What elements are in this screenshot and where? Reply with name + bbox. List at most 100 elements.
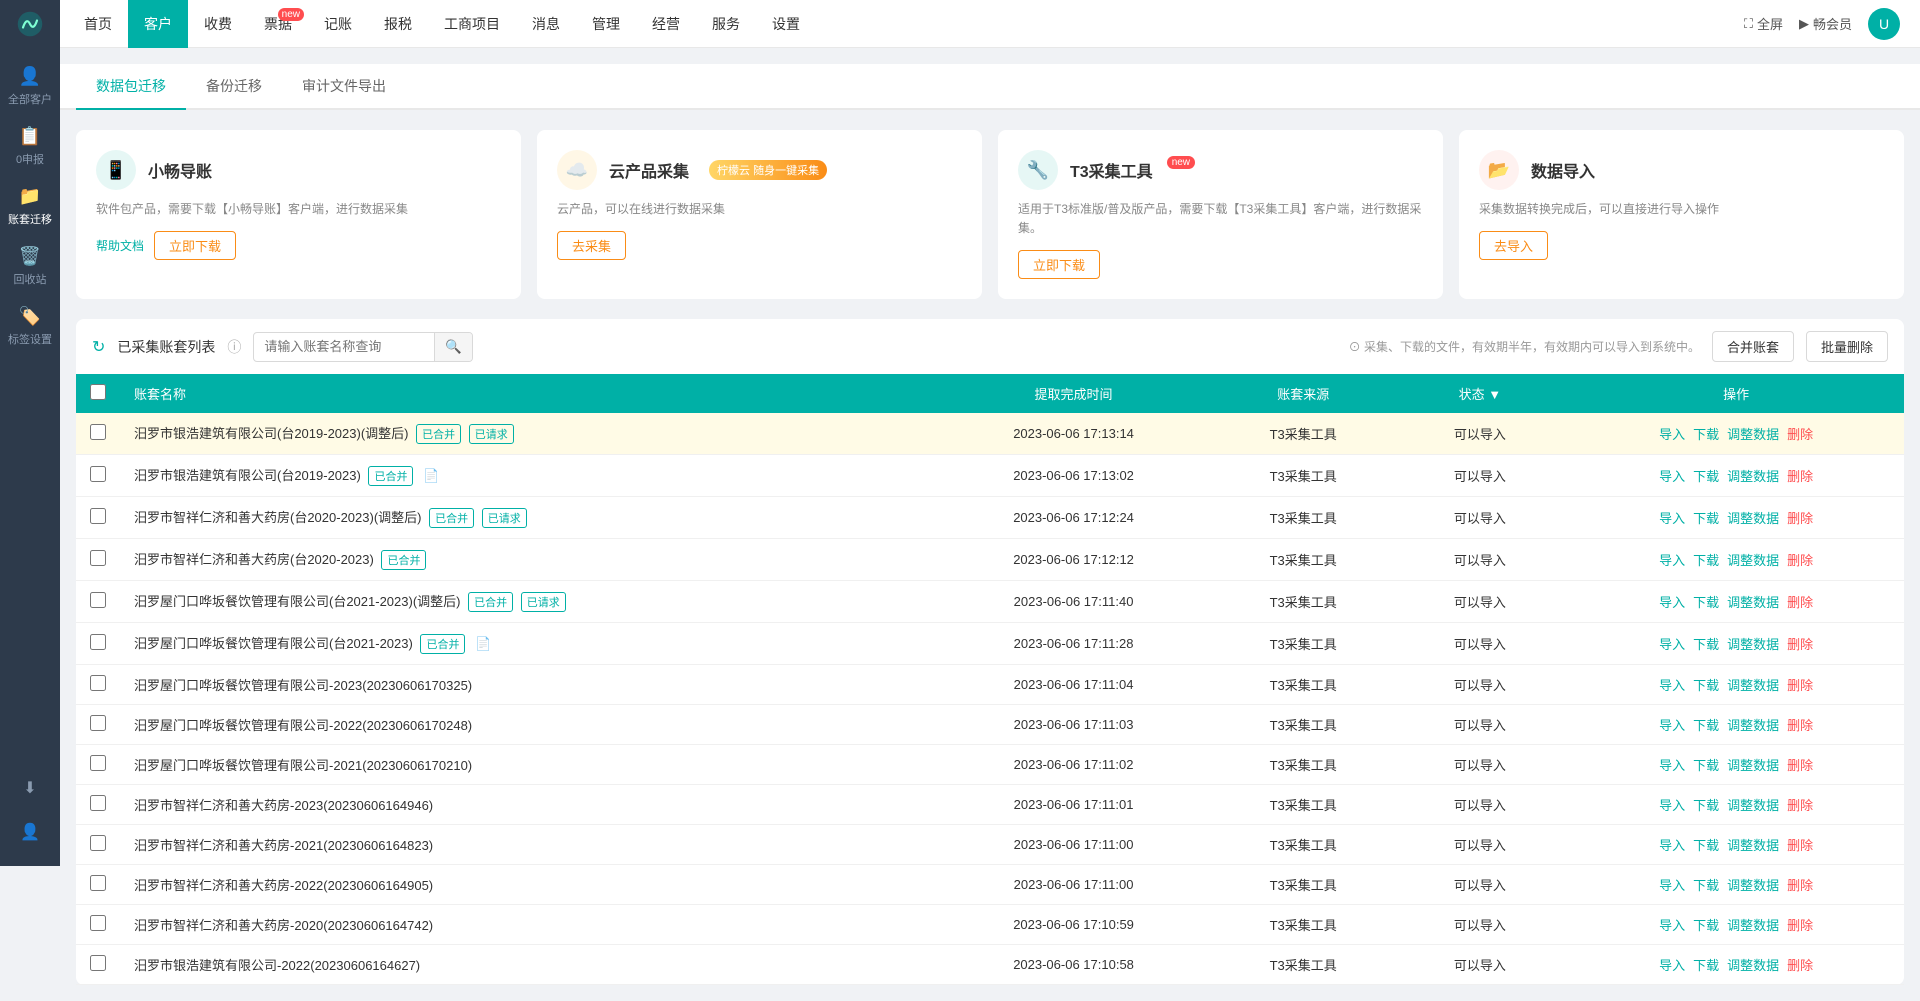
action-调整数据[interactable]: 调整数据 xyxy=(1727,469,1779,484)
action-下载[interactable]: 下载 xyxy=(1693,553,1719,568)
download-now-btn[interactable]: 立即下载 xyxy=(154,231,236,260)
search-input[interactable] xyxy=(254,339,434,354)
action-导入[interactable]: 导入 xyxy=(1659,878,1685,893)
action-导入[interactable]: 导入 xyxy=(1659,469,1685,484)
action-导入[interactable]: 导入 xyxy=(1659,637,1685,652)
action-下载[interactable]: 下载 xyxy=(1693,798,1719,813)
nav-item-operation[interactable]: 经营 xyxy=(636,0,696,48)
action-调整数据[interactable]: 调整数据 xyxy=(1727,758,1779,773)
action-导入[interactable]: 导入 xyxy=(1659,798,1685,813)
sidebar-item-recycle[interactable]: 🗑️ 回收站 xyxy=(0,236,60,296)
row-checkbox[interactable] xyxy=(90,675,106,691)
action-导入[interactable]: 导入 xyxy=(1659,595,1685,610)
nav-item-bizproject[interactable]: 工商项目 xyxy=(428,0,516,48)
nav-item-settings[interactable]: 设置 xyxy=(756,0,816,48)
action-下载[interactable]: 下载 xyxy=(1693,511,1719,526)
row-checkbox[interactable] xyxy=(90,634,106,650)
row-checkbox[interactable] xyxy=(90,915,106,931)
action-下载[interactable]: 下载 xyxy=(1693,469,1719,484)
row-checkbox[interactable] xyxy=(90,955,106,971)
sidebar-item-tag-settings[interactable]: 🏷️ 标签设置 xyxy=(0,296,60,356)
action-导入[interactable]: 导入 xyxy=(1659,718,1685,733)
action-删除[interactable]: 删除 xyxy=(1787,798,1813,813)
action-删除[interactable]: 删除 xyxy=(1787,718,1813,733)
action-下载[interactable]: 下载 xyxy=(1693,718,1719,733)
row-checkbox[interactable] xyxy=(90,424,106,440)
action-调整数据[interactable]: 调整数据 xyxy=(1727,918,1779,933)
row-checkbox[interactable] xyxy=(90,592,106,608)
merge-btn[interactable]: 合并账套 xyxy=(1712,331,1794,362)
download-btn[interactable]: ⬇ xyxy=(12,770,48,806)
action-删除[interactable]: 删除 xyxy=(1787,637,1813,652)
action-导入[interactable]: 导入 xyxy=(1659,511,1685,526)
t3-download-btn[interactable]: 立即下载 xyxy=(1018,250,1100,279)
row-checkbox[interactable] xyxy=(90,875,106,891)
action-下载[interactable]: 下载 xyxy=(1693,678,1719,693)
action-调整数据[interactable]: 调整数据 xyxy=(1727,511,1779,526)
nav-item-invoice[interactable]: 票据 new xyxy=(248,0,308,48)
action-导入[interactable]: 导入 xyxy=(1659,553,1685,568)
row-checkbox[interactable] xyxy=(90,550,106,566)
tab-backup-migrate[interactable]: 备份迁移 xyxy=(186,64,282,110)
action-调整数据[interactable]: 调整数据 xyxy=(1727,798,1779,813)
go-import-btn[interactable]: 去导入 xyxy=(1479,231,1548,260)
action-删除[interactable]: 删除 xyxy=(1787,595,1813,610)
row-checkbox[interactable] xyxy=(90,835,106,851)
batch-delete-btn[interactable]: 批量删除 xyxy=(1806,331,1888,362)
row-checkbox[interactable] xyxy=(90,508,106,524)
action-导入[interactable]: 导入 xyxy=(1659,918,1685,933)
action-导入[interactable]: 导入 xyxy=(1659,958,1685,973)
action-调整数据[interactable]: 调整数据 xyxy=(1727,637,1779,652)
file-icon[interactable]: 📄 xyxy=(423,468,439,483)
row-checkbox[interactable] xyxy=(90,466,106,482)
member-btn[interactable]: ▶ 畅会员 xyxy=(1799,14,1852,33)
action-导入[interactable]: 导入 xyxy=(1659,427,1685,442)
tab-data-migrate[interactable]: 数据包迁移 xyxy=(76,64,186,110)
action-调整数据[interactable]: 调整数据 xyxy=(1727,553,1779,568)
refresh-icon[interactable]: ↻ xyxy=(92,337,105,357)
action-调整数据[interactable]: 调整数据 xyxy=(1727,427,1779,442)
nav-item-message[interactable]: 消息 xyxy=(516,0,576,48)
user-avatar[interactable]: U xyxy=(1868,8,1900,40)
sidebar-item-zero-report[interactable]: 📋 0申报 xyxy=(0,116,60,176)
action-下载[interactable]: 下载 xyxy=(1693,427,1719,442)
action-调整数据[interactable]: 调整数据 xyxy=(1727,878,1779,893)
search-button[interactable]: 🔍 xyxy=(434,332,472,362)
help-doc-btn[interactable]: 帮助文档 xyxy=(96,237,144,254)
action-导入[interactable]: 导入 xyxy=(1659,838,1685,853)
action-下载[interactable]: 下载 xyxy=(1693,838,1719,853)
action-删除[interactable]: 删除 xyxy=(1787,553,1813,568)
user-btn[interactable]: 👤 xyxy=(12,814,48,850)
action-删除[interactable]: 删除 xyxy=(1787,758,1813,773)
action-下载[interactable]: 下载 xyxy=(1693,958,1719,973)
row-checkbox[interactable] xyxy=(90,795,106,811)
sidebar-item-all-customer[interactable]: 👤 全部客户 xyxy=(0,56,60,116)
action-调整数据[interactable]: 调整数据 xyxy=(1727,678,1779,693)
action-下载[interactable]: 下载 xyxy=(1693,918,1719,933)
action-删除[interactable]: 删除 xyxy=(1787,511,1813,526)
file-icon[interactable]: 📄 xyxy=(475,636,491,651)
nav-item-tax[interactable]: 报税 xyxy=(368,0,428,48)
action-下载[interactable]: 下载 xyxy=(1693,878,1719,893)
action-调整数据[interactable]: 调整数据 xyxy=(1727,958,1779,973)
fullscreen-btn[interactable]: ⛶ 全屏 xyxy=(1744,14,1783,33)
help-icon[interactable]: ⓘ xyxy=(227,337,241,357)
action-删除[interactable]: 删除 xyxy=(1787,958,1813,973)
nav-item-accounting[interactable]: 记账 xyxy=(308,0,368,48)
nav-item-fee[interactable]: 收费 xyxy=(188,0,248,48)
select-all-checkbox[interactable] xyxy=(90,384,106,400)
action-删除[interactable]: 删除 xyxy=(1787,678,1813,693)
action-下载[interactable]: 下载 xyxy=(1693,637,1719,652)
sidebar-item-account-migrate[interactable]: 📁 账套迁移 xyxy=(0,176,60,236)
go-collect-btn[interactable]: 去采集 xyxy=(557,231,626,260)
nav-item-home[interactable]: 首页 xyxy=(68,0,128,48)
action-调整数据[interactable]: 调整数据 xyxy=(1727,838,1779,853)
action-删除[interactable]: 删除 xyxy=(1787,918,1813,933)
row-checkbox[interactable] xyxy=(90,755,106,771)
action-调整数据[interactable]: 调整数据 xyxy=(1727,595,1779,610)
action-删除[interactable]: 删除 xyxy=(1787,878,1813,893)
nav-item-service[interactable]: 服务 xyxy=(696,0,756,48)
action-下载[interactable]: 下载 xyxy=(1693,758,1719,773)
action-导入[interactable]: 导入 xyxy=(1659,678,1685,693)
nav-item-customer[interactable]: 客户 xyxy=(128,0,188,48)
